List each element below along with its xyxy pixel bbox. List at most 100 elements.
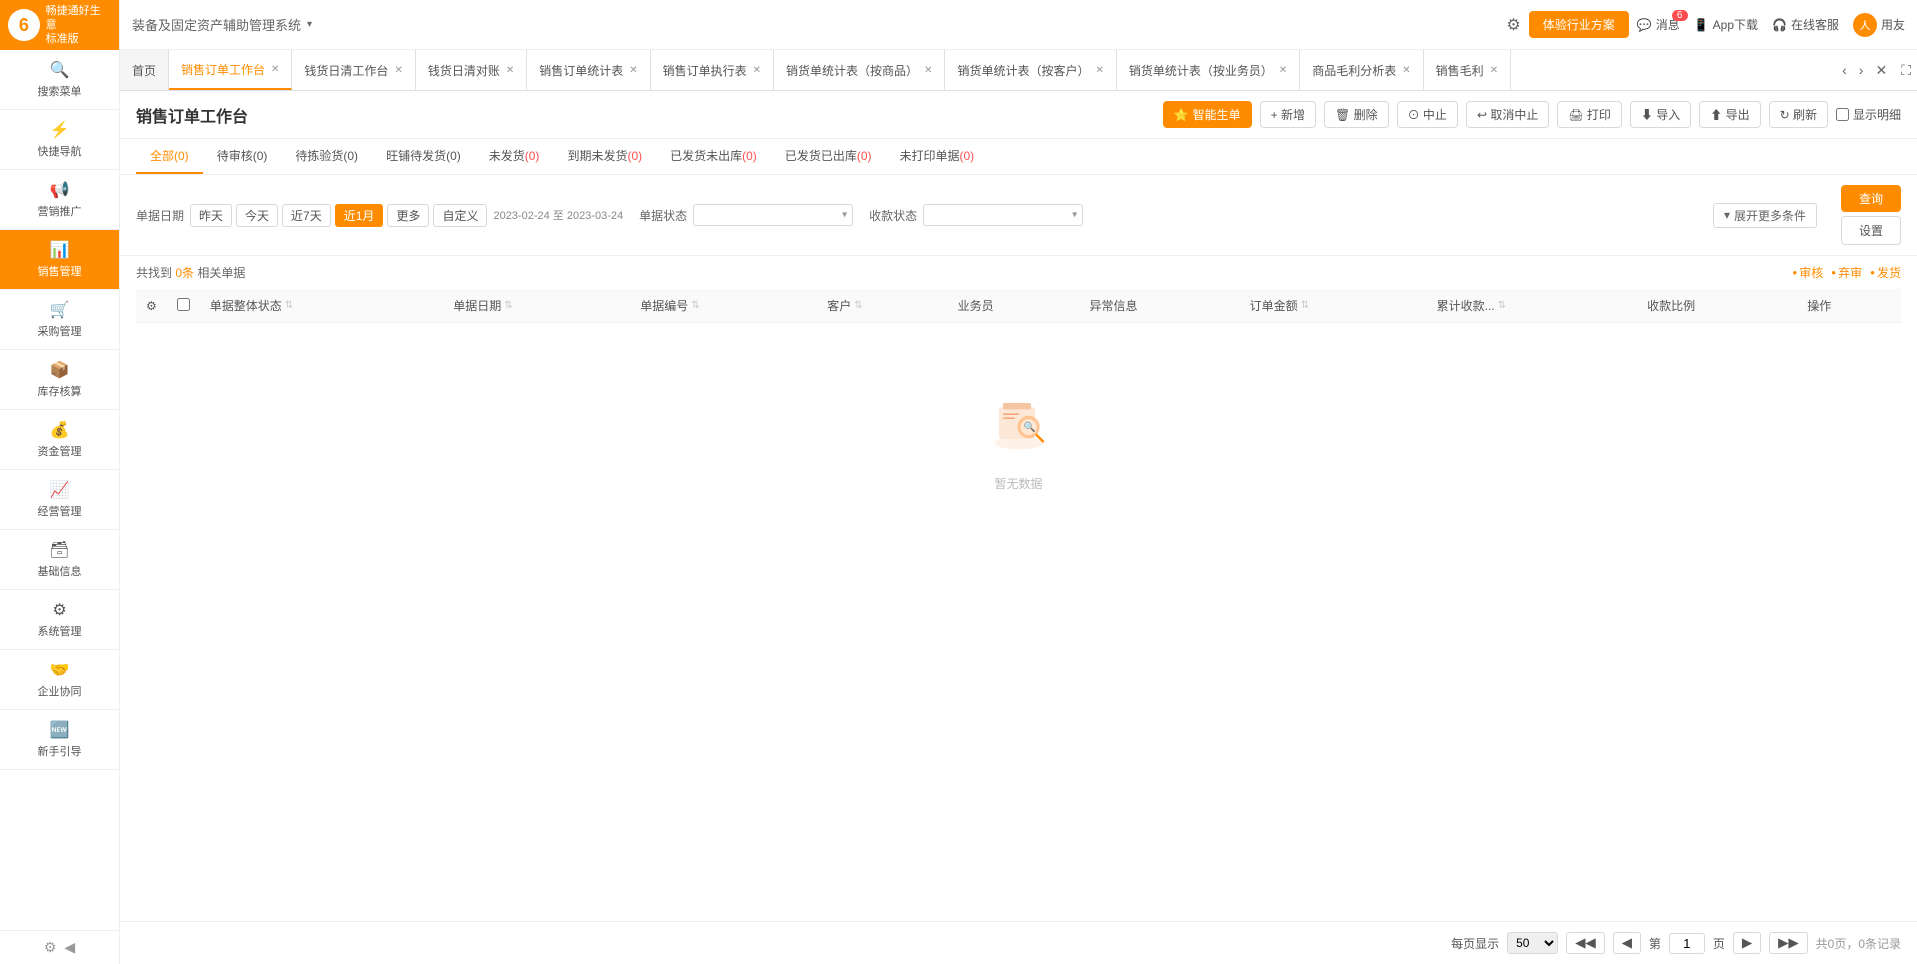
sidebar-item-finance[interactable]: 💰资金管理 [0,410,119,470]
tab-close-sales-workbench[interactable]: ✕ [271,64,279,75]
date-btn-近1月[interactable]: 近1月 [335,204,384,227]
tab-close-all-icon[interactable]: ✕ [1869,50,1893,90]
refresh-button[interactable]: ↻ 刷新 [1769,101,1828,128]
th-number-sort[interactable]: 单据编号 ⇅ [640,297,807,314]
smart-generate-button[interactable]: ⭐ 智能生单 [1163,101,1252,128]
review-link[interactable]: 审核 [1792,264,1823,281]
tab-close-sales-profit[interactable]: ✕ [1490,65,1498,76]
solution-button[interactable]: 体验行业方案 [1529,11,1629,38]
date-btn-近7天[interactable]: 近7天 [282,204,331,227]
message-badge: 6 [1672,10,1688,21]
next-page-button[interactable]: ▶ [1733,932,1761,954]
tab-gross-profit[interactable]: 商品毛利分析表✕ [1300,50,1423,90]
tab-sales-profit[interactable]: 销售毛利✕ [1424,50,1511,90]
th-status-sort[interactable]: 单据整体状态 ⇅ [210,297,433,314]
tab-sales-stat-product[interactable]: 销货单统计表（按商品）✕ [774,50,945,90]
collapse-icon[interactable]: ◀ [64,939,75,956]
sub-tab-shipped-in[interactable]: 已发货已出库(0) [771,139,886,174]
sub-tab-all[interactable]: 全部(0) [136,139,203,174]
sub-tab-wangpu-pending[interactable]: 旺铺待发货(0) [372,139,475,174]
first-page-button[interactable]: ◀◀ [1566,932,1605,954]
sidebar-item-purchase[interactable]: 🛒采购管理 [0,290,119,350]
cancel-stop-button[interactable]: ↩ 取消中止 [1466,101,1549,128]
user-menu[interactable]: 人 用友 [1853,13,1905,37]
select-all-checkbox[interactable] [177,298,190,311]
tab-close-sales-stat-product[interactable]: ✕ [924,65,932,76]
sidebar-item-quick-nav[interactable]: ⚡快捷导航 [0,110,119,170]
delete-button[interactable]: 🗑 删除 [1324,101,1389,128]
stop-button[interactable]: ⊙ 中止 [1397,101,1458,128]
tab-label-sales-exec: 销售订单执行表 [663,62,747,79]
tab-cash-daily[interactable]: 钱货日清工作台✕ [292,50,415,90]
print-button[interactable]: 🖨 打印 [1557,101,1622,128]
cancel-review-link[interactable]: 弃审 [1831,264,1862,281]
sidebar-item-operation[interactable]: 📈经营管理 [0,470,119,530]
tab-scroll-left-icon[interactable]: ‹ [1836,62,1853,78]
tab-close-cash-reconcile[interactable]: ✕ [506,65,514,76]
page-size-select[interactable]: 50 20 100 [1507,932,1558,954]
th-amount-sort[interactable]: 订单金额 ⇅ [1250,297,1417,314]
add-button[interactable]: + 新增 [1260,101,1316,128]
topbar-chevron-icon[interactable]: ▾ [307,19,312,30]
date-btn-今天[interactable]: 今天 [236,204,278,227]
date-btn-自定义[interactable]: 自定义 [433,204,487,227]
settings-icon[interactable]: ⚙ [44,939,57,956]
sub-tab-pending-inspect[interactable]: 待拣验货(0) [281,139,372,174]
table-count: 0条 [175,266,194,280]
sidebar-item-marketing[interactable]: 📢营销推广 [0,170,119,230]
sub-tab-overdue-not-shipped[interactable]: 到期未发货(0) [553,139,656,174]
tab-close-sales-stat[interactable]: ✕ [629,65,637,76]
ship-link[interactable]: 发货 [1870,264,1901,281]
tab-scroll-right-icon[interactable]: › [1853,62,1870,78]
show-detail-checkbox[interactable]: 显示明细 [1836,106,1901,123]
th-received-sort[interactable]: 累计收款... ⇅ [1437,297,1628,314]
message-button[interactable]: 💬 消息 6 [1637,16,1680,33]
sub-tab-not-shipped[interactable]: 未发货(0) [475,139,554,174]
tab-home[interactable]: 首页 [120,50,169,90]
export-button[interactable]: ⬆ 导出 [1699,101,1760,128]
sub-tab-shipped-not-in[interactable]: 已发货未出库(0) [656,139,771,174]
sidebar-item-guide[interactable]: 🆕新手引导 [0,710,119,770]
th-customer: 客户 ⇅ [817,289,947,323]
app-download-button[interactable]: 📱 App下载 [1694,16,1758,33]
sidebar-item-system[interactable]: ⚙系统管理 [0,590,119,650]
receipt-select[interactable] [923,204,1083,226]
sidebar-item-sales[interactable]: 📊销售管理 [0,230,119,290]
th-customer-sort[interactable]: 客户 ⇅ [827,297,937,314]
th-date-sort[interactable]: 单据日期 ⇅ [453,297,620,314]
tab-cash-reconcile[interactable]: 钱货日清对账✕ [416,50,527,90]
sidebar-item-search[interactable]: 🔍搜索菜单 [0,50,119,110]
sub-tab-pending-review[interactable]: 待审核(0) [203,139,282,174]
import-button[interactable]: ⬇ 导入 [1630,101,1691,128]
tab-close-sales-exec[interactable]: ✕ [753,65,761,76]
online-service-button[interactable]: 🎧 在线客服 [1772,16,1839,33]
sidebar-item-basic-info[interactable]: 🗃基础信息 [0,530,119,590]
settings-gear-icon[interactable]: ⚙ [1506,15,1520,35]
tab-sales-stat[interactable]: 销售订单统计表✕ [527,50,650,90]
th-checkbox[interactable] [167,289,200,323]
th-settings[interactable]: ⚙ [136,289,167,323]
query-button[interactable]: 查询 [1841,185,1901,212]
sidebar-item-enterprise[interactable]: 🤝企业协同 [0,650,119,710]
tab-sales-stat-customer[interactable]: 销货单统计表（按客户）✕ [945,50,1116,90]
tab-close-sales-stat-customer[interactable]: ✕ [1095,65,1103,76]
prev-page-button[interactable]: ◀ [1613,932,1641,954]
show-detail-input[interactable] [1836,108,1849,121]
last-page-button[interactable]: ▶▶ [1769,932,1808,954]
date-btn-昨天[interactable]: 昨天 [190,204,232,227]
sub-tab-not-printed[interactable]: 未打印单据(0) [886,139,989,174]
tab-close-cash-daily[interactable]: ✕ [394,65,402,76]
expand-filter-button[interactable]: ▾ 展开更多条件 [1713,203,1817,228]
tab-sales-exec[interactable]: 销售订单执行表 ✕ [651,50,774,90]
page-input[interactable] [1669,933,1705,954]
tab-close-gross-profit[interactable]: ✕ [1402,65,1410,76]
tab-close-sales-stat-staff[interactable]: ✕ [1279,65,1287,76]
tab-sales-workbench[interactable]: 销售订单工作台✕ [169,50,292,90]
tab-maximize-icon[interactable]: ⛶ [1895,50,1917,90]
filter-settings-button[interactable]: 设置 [1841,216,1901,245]
tab-sales-stat-staff[interactable]: 销货单统计表（按业务员）✕ [1117,50,1300,90]
date-btn-更多[interactable]: 更多 [387,204,429,227]
status-select[interactable] [693,204,853,226]
sales-label: 销售管理 [38,263,82,279]
sidebar-item-inventory[interactable]: 📦库存核算 [0,350,119,410]
